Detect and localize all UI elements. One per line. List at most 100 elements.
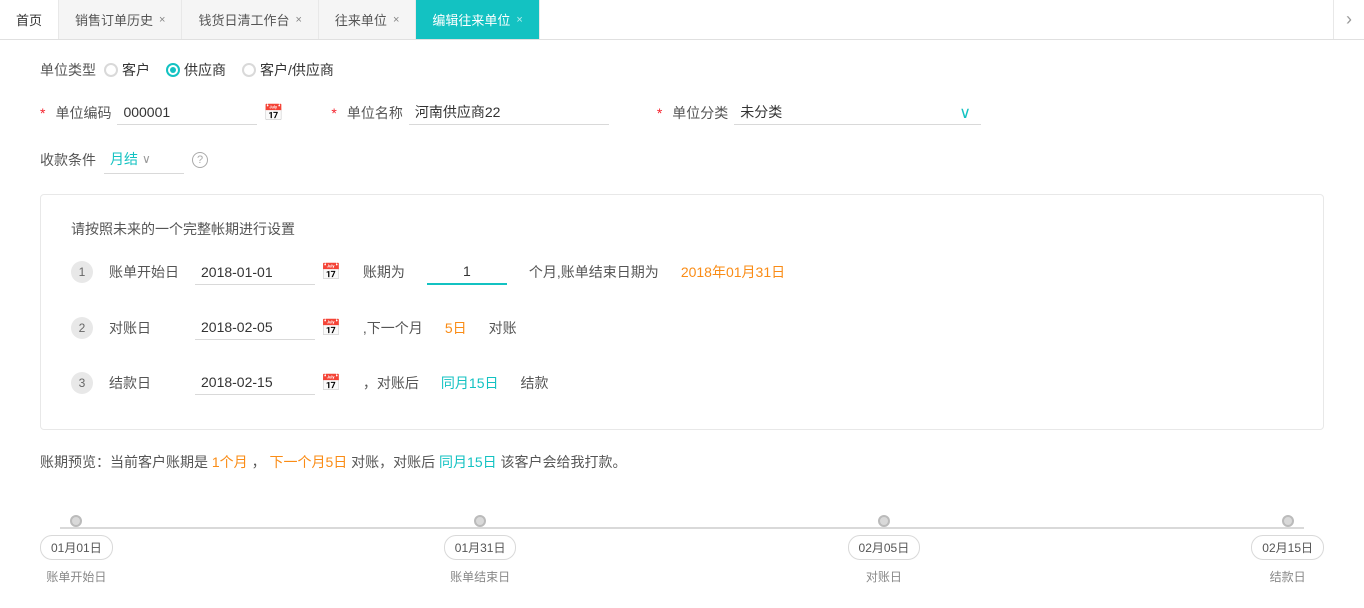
- unit-category-group: * 单位分类 ∨: [657, 100, 971, 125]
- unit-code-input[interactable]: [117, 100, 257, 125]
- preview-middle: 对账，对账后: [351, 454, 439, 470]
- step-3-row: 3 结款日 📅 ，对账后 同月15日 结款: [71, 370, 1293, 395]
- timeline-label-3: 结款日: [1270, 568, 1306, 585]
- timeline-label-0: 账单开始日: [46, 568, 106, 585]
- step-1-period-input[interactable]: [427, 259, 507, 285]
- timeline-date-3: 02月15日: [1251, 535, 1324, 560]
- payment-condition-help-icon[interactable]: ?: [192, 152, 208, 168]
- unit-name-input[interactable]: [409, 100, 609, 125]
- preview-end: 该客户会给我打款。: [501, 454, 627, 470]
- step-2-label: 对账日: [109, 318, 179, 338]
- step-1-date-field: 📅: [195, 260, 341, 285]
- step-2-row: 2 对账日 📅 ,下一个月 5日 对账: [71, 315, 1293, 340]
- unit-category-input[interactable]: [734, 100, 981, 125]
- step-3-suffix: 结款: [521, 373, 549, 393]
- tab-partner-units[interactable]: 往来单位 ×: [319, 0, 416, 39]
- timeline-label-2: 对账日: [866, 568, 902, 585]
- radio-supplier-circle: [166, 63, 180, 77]
- tab-partner-units-close[interactable]: ×: [393, 14, 399, 26]
- step-2-calendar-icon[interactable]: 📅: [321, 318, 341, 338]
- step-3-number: 3: [71, 372, 93, 394]
- timeline-points: 01月01日 账单开始日 01月31日 账单结束日 02月05日 对账日 02月…: [40, 515, 1324, 585]
- radio-customer[interactable]: 客户: [104, 60, 150, 80]
- timeline-container: 01月01日 账单开始日 01月31日 账单结束日 02月05日 对账日 02月…: [40, 505, 1324, 585]
- tab-sales-history-close[interactable]: ×: [159, 14, 165, 26]
- step-2-date-input[interactable]: [195, 315, 315, 340]
- step-3-prefix: ，对账后: [363, 373, 419, 393]
- unit-name-required: *: [331, 105, 336, 121]
- preview-part2: 下一个月5日: [269, 454, 347, 470]
- unit-name-group: * 单位名称: [331, 100, 608, 125]
- step-1-date-input[interactable]: [195, 260, 315, 285]
- unit-code-calendar-icon[interactable]: 📅: [263, 103, 283, 123]
- payment-condition-select[interactable]: 月结 ∨: [104, 145, 184, 174]
- radio-supplier-label: 供应商: [184, 60, 226, 80]
- timeline-point-0: 01月01日 账单开始日: [40, 515, 113, 585]
- payment-settings-card: 请按照未来的一个完整帐期进行设置 1 账单开始日 📅 账期为 个月,账单结束日期…: [40, 194, 1324, 430]
- step-1-label: 账单开始日: [109, 262, 179, 282]
- tab-edit-partner[interactable]: 编辑往来单位 ×: [416, 0, 539, 39]
- timeline-dot-3: [1282, 515, 1294, 527]
- timeline-label-1: 账单结束日: [450, 568, 510, 585]
- unit-code-group: * 单位编码 📅: [40, 100, 283, 125]
- step-2-prefix: ,下一个月: [363, 318, 423, 338]
- timeline-point-3: 02月15日 结款日: [1251, 515, 1324, 585]
- step-3-day-highlight: 同月15日: [441, 373, 499, 393]
- payment-condition-chevron-icon: ∨: [142, 152, 151, 166]
- timeline-date-2: 02月05日: [848, 535, 921, 560]
- step-3-calendar-icon[interactable]: 📅: [321, 373, 341, 393]
- timeline-date-0: 01月01日: [40, 535, 113, 560]
- preview-part1: 1个月: [212, 454, 248, 470]
- radio-customer-label: 客户: [122, 60, 150, 80]
- chevron-right-icon: ›: [1346, 9, 1352, 30]
- radio-supplier[interactable]: 供应商: [166, 60, 226, 80]
- radio-both-label: 客户/供应商: [260, 60, 334, 80]
- tab-edit-partner-close[interactable]: ×: [516, 14, 522, 26]
- preview-text: 账期预览：当前客户账期是 1个月 ， 下一个月5日 对账，对账后 同月15日 该…: [40, 450, 1324, 475]
- unit-type-radio-group: 客户 供应商 客户/供应商: [104, 60, 334, 80]
- tab-sales-history-label: 销售订单历史: [75, 10, 153, 29]
- card-instruction: 请按照未来的一个完整帐期进行设置: [71, 219, 1293, 239]
- tab-more-arrow[interactable]: ›: [1333, 0, 1364, 39]
- unit-category-label: 单位分类: [672, 103, 728, 123]
- step-1-calendar-icon[interactable]: 📅: [321, 262, 341, 282]
- timeline-dot-0: [70, 515, 82, 527]
- step-1-highlight-date: 2018年01月31日: [681, 262, 785, 282]
- step-1-row: 1 账单开始日 📅 账期为 个月,账单结束日期为 2018年01月31日: [71, 259, 1293, 285]
- unit-code-label: 单位编码: [55, 103, 111, 123]
- tab-partner-units-label: 往来单位: [335, 10, 387, 29]
- step-2-day-highlight: 5日: [445, 318, 467, 338]
- step-1-period-unit: 个月,账单结束日期为: [529, 262, 659, 282]
- tab-cash-workbench-label: 钱货日清工作台: [198, 10, 289, 29]
- payment-condition-value: 月结: [110, 149, 138, 169]
- unit-category-dropdown[interactable]: ∨: [734, 100, 971, 125]
- tab-cash-workbench-close[interactable]: ×: [295, 14, 301, 26]
- unit-code-required: *: [40, 105, 45, 121]
- step-1-number: 1: [71, 261, 93, 283]
- main-content: 单位类型 客户 供应商 客户/供应商 * 单位编码 📅 * 单位名称: [0, 40, 1364, 608]
- tab-home[interactable]: 首页: [0, 0, 59, 39]
- tab-bar: 首页 销售订单历史 × 钱货日清工作台 × 往来单位 × 编辑往来单位 × ›: [0, 0, 1364, 40]
- payment-condition-row: 收款条件 月结 ∨ ?: [40, 145, 1324, 174]
- step-1-suffix-text: 账期为: [363, 262, 405, 282]
- step-3-date-input[interactable]: [195, 370, 315, 395]
- unit-info-row: * 单位编码 📅 * 单位名称 * 单位分类 ∨: [40, 100, 1324, 125]
- preview-comma: ，: [252, 454, 266, 470]
- radio-both-circle: [242, 63, 256, 77]
- timeline-dot-1: [474, 515, 486, 527]
- tab-cash-workbench[interactable]: 钱货日清工作台 ×: [182, 0, 318, 39]
- tab-sales-history[interactable]: 销售订单历史 ×: [59, 0, 182, 39]
- step-2-number: 2: [71, 317, 93, 339]
- step-3-date-field: 📅: [195, 370, 341, 395]
- timeline-date-1: 01月31日: [444, 535, 517, 560]
- step-2-suffix: 对账: [489, 318, 517, 338]
- unit-category-required: *: [657, 105, 662, 121]
- unit-name-label: 单位名称: [347, 103, 403, 123]
- tab-edit-partner-label: 编辑往来单位: [432, 10, 510, 29]
- step-3-label: 结款日: [109, 373, 179, 393]
- timeline-point-1: 01月31日 账单结束日: [444, 515, 517, 585]
- radio-both[interactable]: 客户/供应商: [242, 60, 334, 80]
- tab-home-label: 首页: [16, 10, 42, 29]
- timeline-point-2: 02月05日 对账日: [848, 515, 921, 585]
- unit-type-label: 单位类型: [40, 60, 96, 80]
